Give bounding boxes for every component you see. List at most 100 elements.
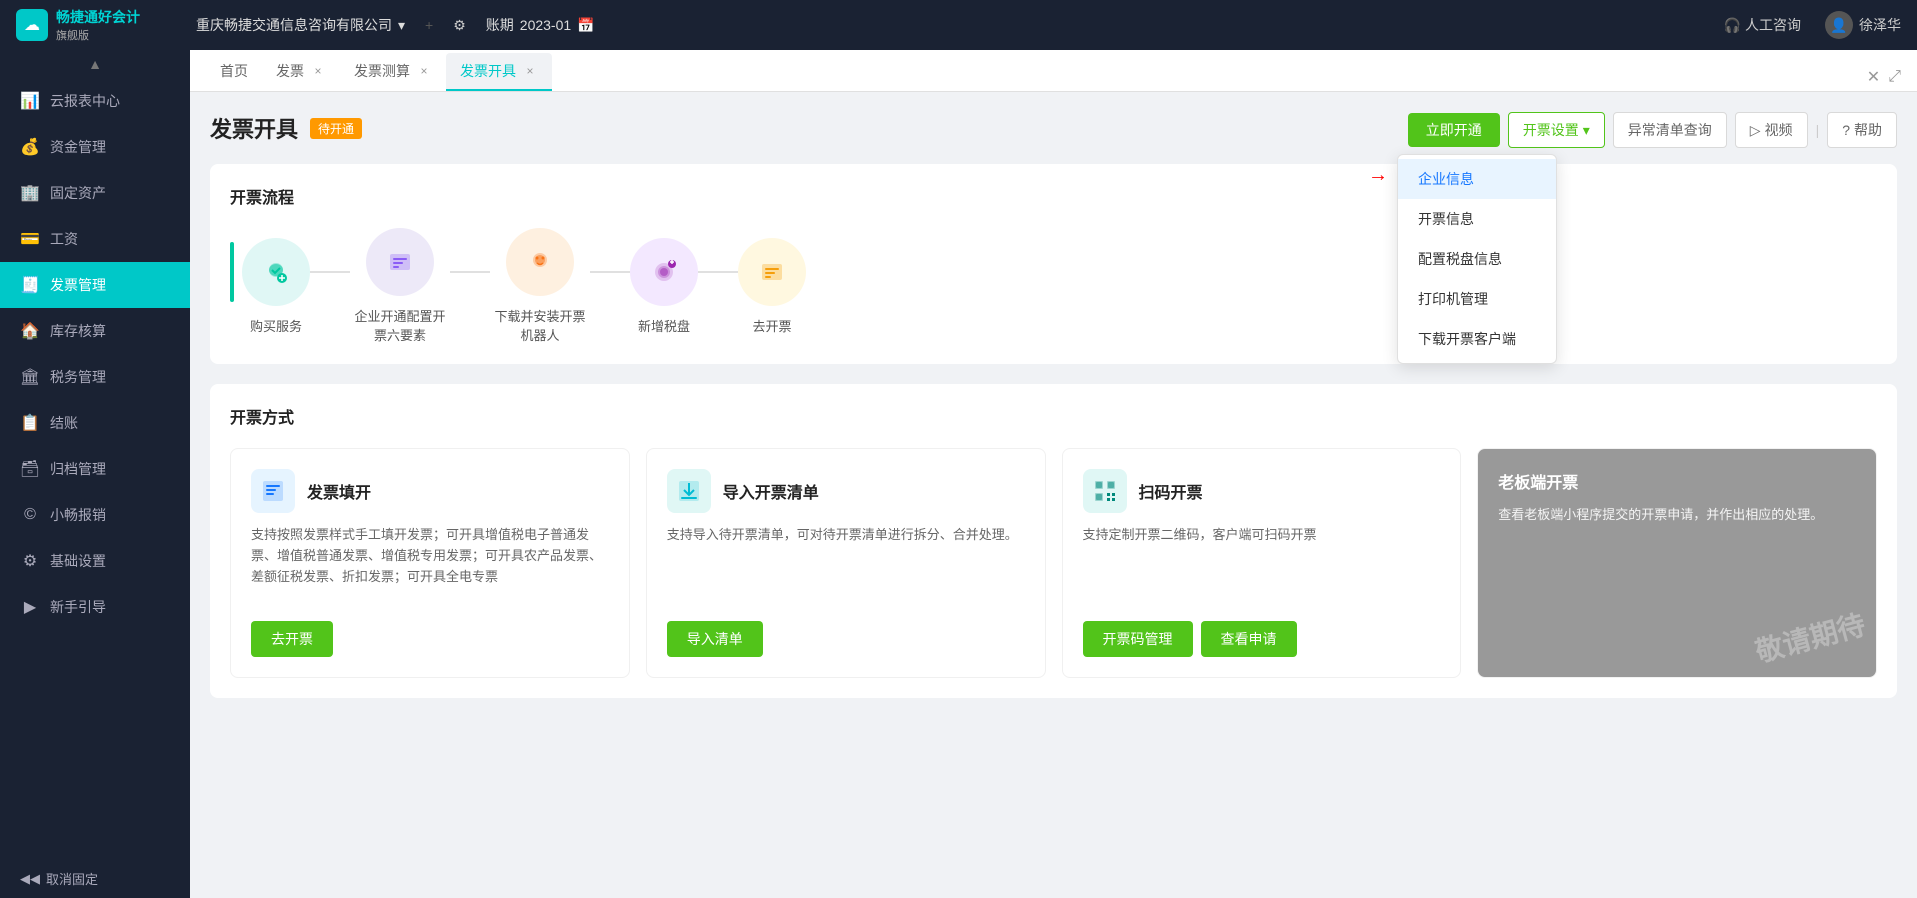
method-header-import: 导入开票清单 (667, 469, 1025, 513)
settings-btn[interactable]: ⚙ (445, 13, 474, 38)
settings-btn[interactable]: 开票设置 ▾ (1508, 112, 1605, 148)
tab-invoice-test-close[interactable]: × (416, 63, 432, 79)
boss-desc: 查看老板端小程序提交的开票申请，并作出相应的处理。 (1498, 505, 1856, 585)
step-label-4: 新增税盘 (638, 316, 690, 335)
step-connector-2 (450, 271, 490, 273)
step-icon-5 (738, 238, 806, 306)
dropdown-item-printer[interactable]: 打印机管理 (1398, 279, 1556, 319)
sidebar-item-fixed-assets[interactable]: 🏢 固定资产 (0, 170, 190, 216)
step-connector-3 (590, 271, 630, 273)
accounting-period: 账期 2023-01 📅 (486, 15, 595, 35)
method-card-fill: 发票填开 支持按照发票样式手工填开发票；可开具增值税电子普通发票、增值税普通发票… (230, 448, 630, 678)
calendar-icon: 📅 (577, 17, 594, 34)
support-btn[interactable]: 🎧 人工咨询 (1716, 11, 1809, 39)
expand-icon[interactable]: ⤢ (1888, 68, 1901, 86)
tab-invoice-label: 发票 (276, 61, 304, 81)
step-connector-4 (698, 271, 738, 273)
user-icon: 👤 (1830, 17, 1847, 34)
fund-icon: 💰 (20, 137, 40, 157)
question-icon: ? (1842, 122, 1850, 138)
tab-invoice-tool-close[interactable]: × (522, 63, 538, 79)
app-container: ☁ 畅捷通好会计 旗舰版 重庆畅捷交通信息咨询有限公司 ▾ + ⚙ 账期 202… (0, 0, 1917, 898)
activate-btn[interactable]: 立即开通 (1408, 113, 1500, 147)
tab-invoice-tool-label: 发票开具 (460, 61, 516, 81)
sidebar-item-cloud-report[interactable]: 📊 云报表中心 (0, 78, 190, 124)
import-title: 导入开票清单 (723, 479, 819, 503)
scan-btn2[interactable]: 查看申请 (1201, 621, 1297, 657)
fill-btn[interactable]: 去开票 (251, 621, 333, 657)
settings-btn-label: 开票设置 (1523, 120, 1579, 140)
method-card-import: 导入开票清单 支持导入待开票清单，可对待开票清单进行拆分、合并处理。 导入清单 (646, 448, 1046, 678)
tab-actions: ✕ ⤢ (1867, 67, 1901, 91)
close-all-icon[interactable]: ✕ (1867, 67, 1880, 87)
dropdown-item-company-info[interactable]: 企业信息 (1398, 159, 1556, 199)
fill-icon (251, 469, 295, 513)
step-label-5: 去开票 (752, 316, 791, 335)
method-header-boss: 老板端开票 (1498, 469, 1856, 493)
guide-icon: ▶ (20, 597, 40, 617)
user-area[interactable]: 👤 徐泽华 (1825, 11, 1901, 39)
tab-invoice-test-label: 发票测算 (354, 61, 410, 81)
user-name: 徐泽华 (1859, 15, 1901, 35)
video-btn[interactable]: ▷ 视频 (1735, 112, 1808, 148)
sidebar-scroll-up[interactable]: ▲ (0, 50, 190, 78)
method-card-boss: 老板端开票 查看老板端小程序提交的开票申请，并作出相应的处理。 敬请期待 (1477, 448, 1877, 678)
help-btn[interactable]: ? 帮助 (1827, 112, 1897, 148)
red-arrow-indicator: → (1368, 164, 1388, 187)
sidebar-label-fixed-assets: 固定资产 (50, 183, 106, 203)
printer-label: 打印机管理 (1418, 291, 1488, 307)
period-label: 账期 (486, 15, 514, 35)
boss-title: 老板端开票 (1498, 469, 1578, 493)
tab-invoice-close[interactable]: × (310, 63, 326, 79)
step-left-bar (230, 242, 234, 302)
app-subtitle: 旗舰版 (56, 27, 140, 43)
tab-bar: 首页 发票 × 发票测算 × 发票开具 × ✕ ⤢ (190, 50, 1917, 92)
page-content: 立即开通 开票设置 ▾ 异常清单查询 ▷ 视频 | ? 帮助 (190, 92, 1917, 898)
fixed-assets-icon: 🏢 (20, 183, 40, 203)
method-card-scan: 扫码开票 支持定制开票二维码，客户端可扫码开票 开票码管理 查看申请 (1062, 448, 1462, 678)
tab-invoice-tool[interactable]: 发票开具 × (446, 53, 552, 91)
dropdown-item-tax-config[interactable]: 配置税盘信息 (1398, 239, 1556, 279)
invoice-info-label: 开票信息 (1418, 211, 1474, 227)
sidebar-item-payroll[interactable]: 💳 工资 (0, 216, 190, 262)
scan-btn1[interactable]: 开票码管理 (1083, 621, 1193, 657)
fill-desc: 支持按照发票样式手工填开发票；可开具增值税电子普通发票、增值税普通发票、增值税专… (251, 525, 609, 605)
company-name: 重庆畅捷交通信息咨询有限公司 (196, 15, 392, 35)
company-selector[interactable]: 重庆畅捷交通信息咨询有限公司 ▾ (188, 11, 413, 39)
sidebar-item-basic-settings[interactable]: ⚙ 基础设置 (0, 538, 190, 584)
watermark: 敬请期待 (1751, 603, 1870, 671)
tab-invoice-test[interactable]: 发票测算 × (340, 53, 446, 91)
help-label: 帮助 (1854, 120, 1882, 140)
methods-grid: 发票填开 支持按照发票样式手工填开发票；可开具增值税电子普通发票、增值税普通发票… (230, 448, 1877, 678)
tab-home[interactable]: 首页 (206, 53, 262, 91)
sidebar-item-archive-mgmt[interactable]: 🗃 归档管理 (0, 446, 190, 492)
methods-section-title: 开票方式 (230, 404, 1877, 428)
page-title: 发票开具 (210, 112, 298, 144)
exception-btn[interactable]: 异常清单查询 (1613, 112, 1727, 148)
tax-icon: 🏛 (20, 367, 40, 387)
sidebar-label-inventory: 库存核算 (50, 321, 106, 341)
sidebar-item-accounting[interactable]: 📋 结账 (0, 400, 190, 446)
sidebar-item-fund-mgmt[interactable]: 💰 资金管理 (0, 124, 190, 170)
app-title: 畅捷通好会计 (56, 7, 140, 27)
sidebar-item-inventory[interactable]: 🏠 库存核算 (0, 308, 190, 354)
sidebar-item-new-guide[interactable]: ▶ 新手引导 (0, 584, 190, 630)
tab-invoice[interactable]: 发票 × (262, 53, 340, 91)
import-icon (667, 469, 711, 513)
dropdown-item-download-client[interactable]: 下载开票客户端 (1398, 319, 1556, 359)
divider: + (425, 17, 433, 33)
archive-icon: 🗃 (20, 459, 40, 479)
sidebar-label-xiaochang: 小畅报销 (50, 505, 106, 525)
sidebar-item-xiaochang[interactable]: © 小畅报销 (0, 492, 190, 538)
gear-icon: ⚙ (453, 17, 466, 34)
sidebar-item-invoice-mgmt[interactable]: 🧾 发票管理 (0, 262, 190, 308)
sidebar-item-tax-mgmt[interactable]: 🏛 税务管理 (0, 354, 190, 400)
sidebar-label-accounting: 结账 (50, 413, 78, 433)
import-btn[interactable]: 导入清单 (667, 621, 763, 657)
cancel-fixed-btn[interactable]: ◀◀ 取消固定 (0, 859, 190, 898)
method-header-scan: 扫码开票 (1083, 469, 1441, 513)
scan-btns: 开票码管理 查看申请 (1083, 621, 1441, 657)
flow-step-4: 新增税盘 (630, 238, 698, 335)
flow-section: 开票流程 购买服务 (210, 164, 1897, 364)
dropdown-item-invoice-info[interactable]: 开票信息 (1398, 199, 1556, 239)
